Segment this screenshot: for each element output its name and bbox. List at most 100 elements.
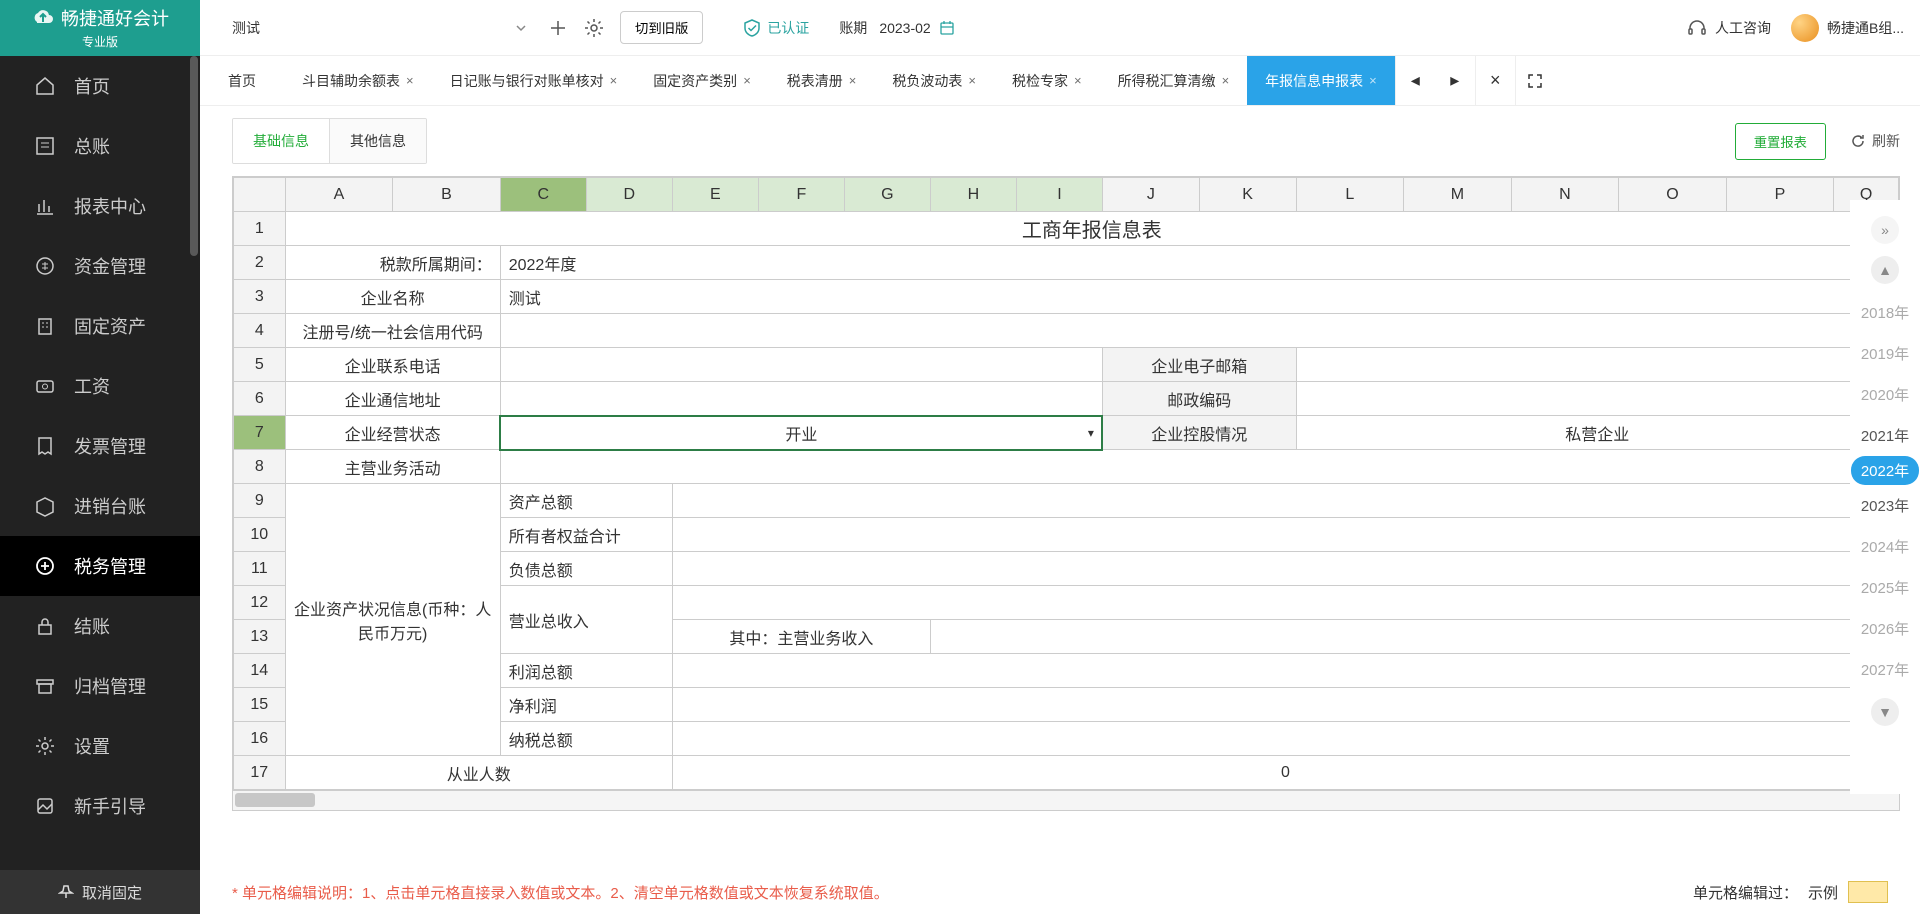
cell-label[interactable]: 企业联系电话 (285, 348, 500, 382)
cell-value[interactable] (672, 654, 1898, 688)
sidebar-item-assets[interactable]: 固定资产 (0, 296, 200, 356)
row-header[interactable]: 2 (234, 246, 286, 280)
user-name[interactable]: 畅捷通B组... (1827, 18, 1904, 38)
col-header[interactable]: F (758, 178, 844, 212)
tab-tax-expert[interactable]: 税检专家× (994, 56, 1100, 105)
row-header[interactable]: 16 (234, 722, 286, 756)
tabs-next[interactable]: ▸ (1435, 56, 1475, 105)
row-header[interactable]: 11 (234, 552, 286, 586)
col-header[interactable]: L (1296, 178, 1404, 212)
row-header[interactable]: 3 (234, 280, 286, 314)
cell-label[interactable]: 企业控股情况 (1102, 416, 1296, 450)
cell-value[interactable] (672, 518, 1898, 552)
cell-value[interactable] (672, 552, 1898, 586)
period-picker[interactable]: 2023-02 (879, 20, 954, 36)
row-header[interactable]: 1 (234, 212, 286, 246)
avatar[interactable] (1791, 14, 1819, 42)
row-header[interactable]: 8 (234, 450, 286, 484)
cell-dropdown[interactable]: 开业 (500, 416, 1102, 450)
row-header[interactable]: 6 (234, 382, 286, 416)
year-prev[interactable]: ▲ (1871, 256, 1899, 284)
cell-label[interactable]: 营业总收入 (500, 586, 672, 654)
col-header[interactable]: K (1199, 178, 1296, 212)
tab-asset-category[interactable]: 固定资产类别× (635, 56, 769, 105)
cell-label[interactable]: 负债总额 (500, 552, 672, 586)
sidebar-item-tax[interactable]: 税务管理 (0, 536, 200, 596)
subtab-other[interactable]: 其他信息 (329, 119, 426, 163)
cell-label[interactable]: 主营业务活动 (285, 450, 500, 484)
cell-label[interactable]: 从业人数 (285, 756, 672, 790)
cell-value[interactable]: 2022年度 (500, 246, 1898, 280)
close-icon[interactable]: × (849, 73, 857, 88)
year-item[interactable]: 2019年 (1851, 333, 1919, 374)
cell-label[interactable]: 所有者权益合计 (500, 518, 672, 552)
cell-value[interactable] (1296, 348, 1898, 382)
tab-aux-balance[interactable]: 斗目辅助余额表× (284, 56, 432, 105)
year-item[interactable]: 2026年 (1851, 608, 1919, 649)
cell-value[interactable] (672, 484, 1898, 518)
cell-value[interactable] (500, 382, 1102, 416)
row-header[interactable]: 14 (234, 654, 286, 688)
year-item[interactable]: 2024年 (1851, 526, 1919, 567)
year-item[interactable]: 2023年 (1851, 485, 1919, 526)
row-header[interactable]: 4 (234, 314, 286, 348)
cell-label[interactable]: 资产总额 (500, 484, 672, 518)
sidebar-item-close[interactable]: 结账 (0, 596, 200, 656)
year-next[interactable]: ▼ (1871, 698, 1899, 726)
subtab-basic[interactable]: 基础信息 (233, 119, 329, 163)
settings-icon[interactable] (576, 10, 612, 46)
cell-group-label[interactable]: 企业资产状况信息(币种：人民币万元) (285, 484, 500, 756)
row-header[interactable]: 7 (234, 416, 286, 450)
tab-tax-fluct[interactable]: 税负波动表× (874, 56, 994, 105)
tab-home[interactable]: 首页 (200, 56, 284, 105)
sidebar-item-archive[interactable]: 归档管理 (0, 656, 200, 716)
sidebar-item-funds[interactable]: 资金管理 (0, 236, 200, 296)
row-header[interactable]: 15 (234, 688, 286, 722)
col-header[interactable]: G (844, 178, 930, 212)
org-dropdown[interactable]: 测试 (220, 10, 540, 46)
sidebar-item-salary[interactable]: 工资 (0, 356, 200, 416)
row-header[interactable]: 12 (234, 586, 286, 620)
tabs-close-all[interactable]: × (1475, 56, 1515, 105)
sidebar-scrollbar[interactable] (190, 56, 198, 256)
year-collapse[interactable]: » (1871, 216, 1899, 244)
tab-annual-report[interactable]: 年报信息申报表× (1247, 56, 1395, 105)
cell-value[interactable] (500, 450, 1898, 484)
year-item[interactable]: 2027年 (1851, 649, 1919, 690)
col-header[interactable]: M (1404, 178, 1512, 212)
col-header[interactable]: P (1726, 178, 1834, 212)
add-button[interactable] (540, 10, 576, 46)
col-header[interactable]: I (1016, 178, 1102, 212)
fullscreen-button[interactable] (1515, 56, 1555, 105)
cell-value[interactable] (500, 348, 1102, 382)
cell-label[interactable]: 邮政编码 (1102, 382, 1296, 416)
col-header[interactable]: O (1619, 178, 1727, 212)
year-item[interactable]: 2021年 (1851, 415, 1919, 456)
cell-label[interactable]: 纳税总额 (500, 722, 672, 756)
close-icon[interactable]: × (1074, 73, 1082, 88)
col-header[interactable]: H (930, 178, 1016, 212)
cell-label[interactable]: 税款所属期间： (285, 246, 500, 280)
col-header[interactable]: A (285, 178, 393, 212)
row-header[interactable]: 9 (234, 484, 286, 518)
sidebar-item-settings[interactable]: 设置 (0, 716, 200, 776)
cell-label[interactable]: 利润总额 (500, 654, 672, 688)
reset-button[interactable]: 重置报表 (1735, 123, 1826, 160)
consult-button[interactable]: 人工咨询 (1687, 18, 1771, 38)
close-icon[interactable]: × (1369, 73, 1377, 88)
cell-label[interactable]: 净利润 (500, 688, 672, 722)
unpin-button[interactable]: 取消固定 (0, 870, 200, 914)
sidebar-item-guide[interactable]: 新手引导 (0, 776, 200, 836)
cell-value[interactable]: 私营企业 (1296, 416, 1898, 450)
corner-cell[interactable] (234, 178, 286, 212)
sidebar-item-inventory[interactable]: 进销台账 (0, 476, 200, 536)
cell-label[interactable]: 企业通信地址 (285, 382, 500, 416)
cell-value[interactable]: 测试 (500, 280, 1898, 314)
sidebar-item-home[interactable]: 首页 (0, 56, 200, 116)
tab-bank-recon[interactable]: 日记账与银行对账单核对× (432, 56, 636, 105)
year-item[interactable]: 2025年 (1851, 567, 1919, 608)
col-header[interactable]: J (1102, 178, 1199, 212)
sidebar-item-reports[interactable]: 报表中心 (0, 176, 200, 236)
cell-value[interactable] (672, 722, 1898, 756)
close-icon[interactable]: × (743, 73, 751, 88)
